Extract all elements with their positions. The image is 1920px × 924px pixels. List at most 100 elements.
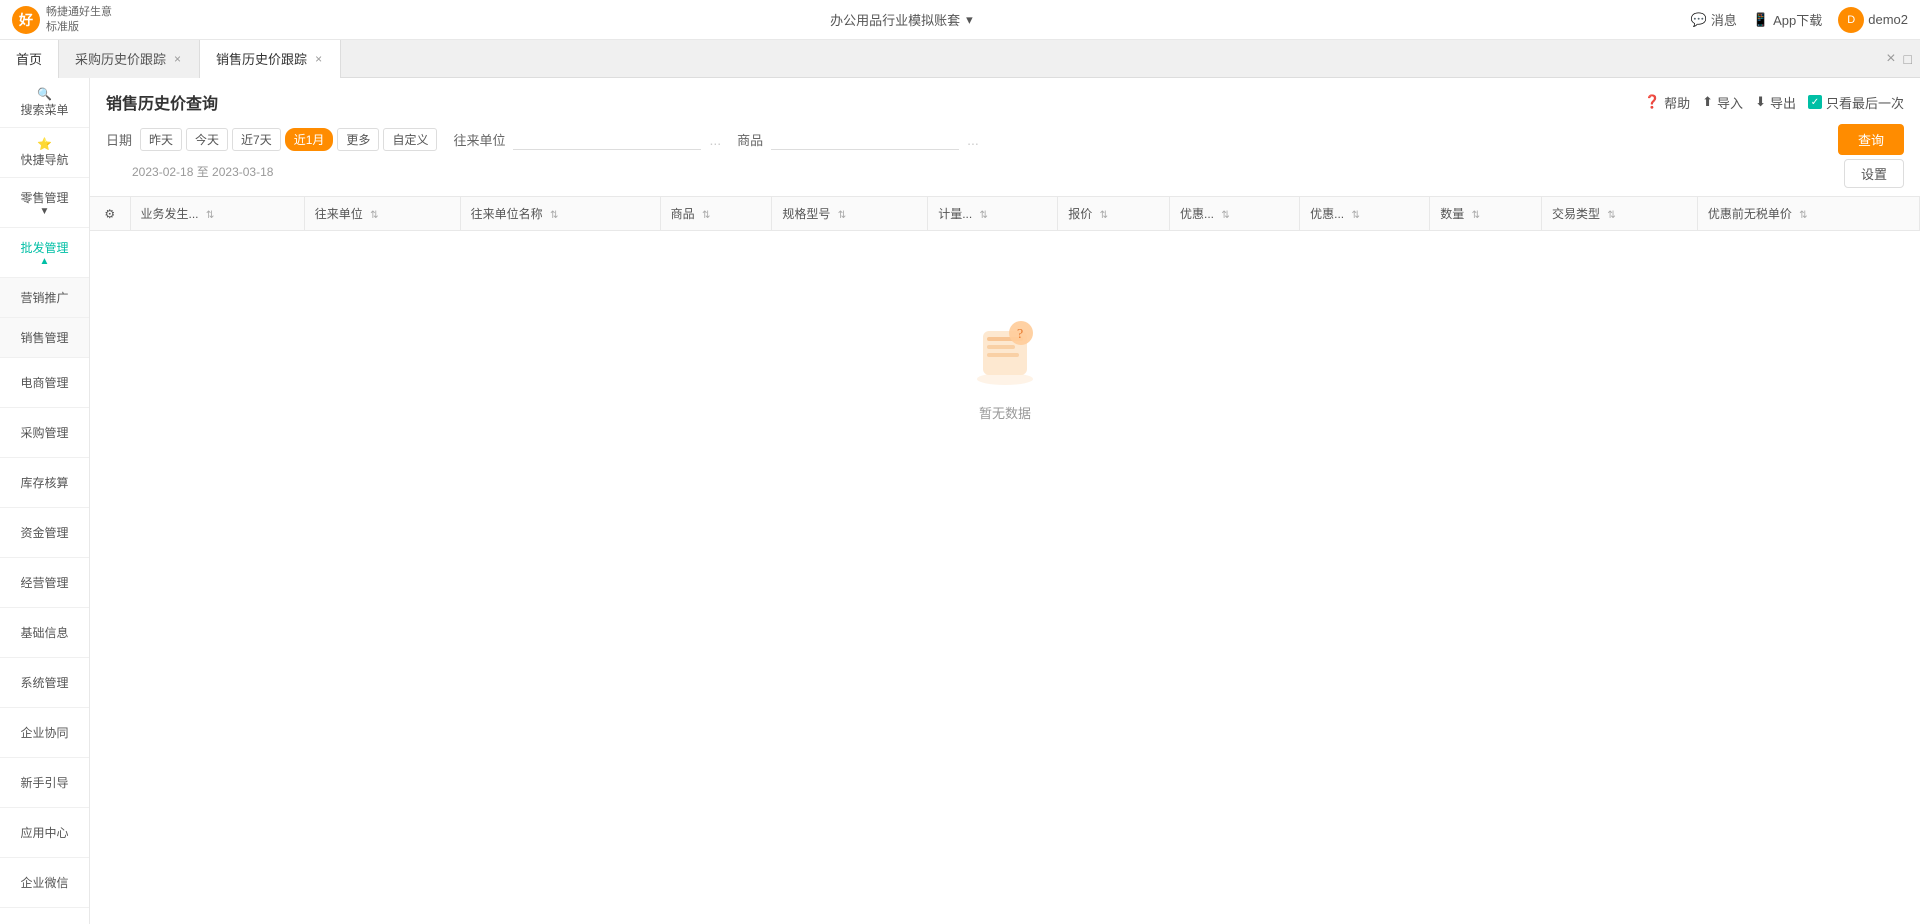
date-today[interactable]: 今天	[186, 128, 228, 151]
import-icon: ⬆	[1702, 94, 1713, 110]
sort-icon: ⇅	[206, 210, 214, 221]
tab-home[interactable]: 首页	[0, 40, 59, 78]
partner-input[interactable]	[513, 130, 701, 150]
sort-icon: ⇅	[1799, 210, 1807, 221]
sidebar-item-inventory[interactable]: 库存核算	[0, 458, 89, 508]
checkbox-checked-icon: ✓	[1808, 95, 1822, 109]
tab-home-label: 首页	[16, 49, 42, 68]
sidebar-item-app-center[interactable]: 应用中心	[0, 808, 89, 858]
empty-state: ? 暂无数据	[90, 231, 1920, 502]
sidebar-item-ecommerce[interactable]: 电商管理	[0, 358, 89, 408]
sidebar-item-membership[interactable]: 畅会员	[0, 908, 89, 924]
close-window-icon[interactable]: ×	[1886, 50, 1895, 68]
top-bar: 好 畅捷通好生意 标准版 办公用品行业模拟账套 ▾ 💬 消息 📱 App下载 D…	[0, 0, 1920, 40]
date-buttons: 昨天 今天 近7天 近1月 更多 自定义	[140, 128, 437, 151]
date-more[interactable]: 更多	[337, 128, 379, 151]
col-pretax-price[interactable]: 优惠前无税单价 ⇅	[1697, 197, 1919, 231]
app-download-button[interactable]: 📱 App下载	[1753, 10, 1822, 29]
col-discount1[interactable]: 优惠... ⇅	[1170, 197, 1300, 231]
sidebar-item-system[interactable]: 系统管理	[0, 658, 89, 708]
page-header: 销售历史价查询 ❓ 帮助 ⬆ 导入 ⬇ 导出 ✓	[90, 78, 1920, 197]
logo-text: 畅捷通好生意 标准版	[46, 5, 112, 34]
product-dots[interactable]: ...	[967, 132, 979, 148]
only-last-checkbox[interactable]: ✓ 只看最后一次	[1808, 93, 1904, 112]
tab-bar: 首页 采购历史价跟踪 × 销售历史价跟踪 × × □	[0, 40, 1920, 78]
col-biz-date[interactable]: 业务发生... ⇅	[130, 197, 304, 231]
top-bar-right: 💬 消息 📱 App下载 D demo2	[1691, 7, 1908, 33]
date-7days[interactable]: 近7天	[232, 128, 281, 151]
sidebar-item-guide[interactable]: 新手引导	[0, 758, 89, 808]
sidebar-item-wholesale[interactable]: 批发管理 ▲	[0, 228, 89, 278]
col-partner-code[interactable]: 往来单位 ⇅	[304, 197, 460, 231]
main-layout: 🔍 搜索菜单 ⭐ 快捷导航 零售管理 ▼ 批发管理 ▲ 营销推广 销售管理 电商…	[0, 78, 1920, 924]
settings-icon: ⚙	[104, 207, 115, 221]
tab-sales-history-close[interactable]: ×	[313, 50, 324, 68]
date-range-display: 2023-02-18 至 2023-03-18	[132, 163, 1822, 180]
col-settings[interactable]: ⚙	[90, 197, 130, 231]
sidebar-item-search[interactable]: 🔍 搜索菜单	[0, 78, 89, 128]
tab-purchase-history-label: 采购历史价跟踪	[75, 49, 166, 68]
product-input[interactable]	[771, 130, 959, 150]
sort-icon: ⇅	[1221, 210, 1229, 221]
search-icon: 🔍	[37, 87, 52, 101]
tab-purchase-history[interactable]: 采购历史价跟踪 ×	[59, 40, 200, 78]
message-button[interactable]: 💬 消息	[1691, 10, 1737, 29]
sort-icon: ⇅	[838, 210, 846, 221]
date-yesterday[interactable]: 昨天	[140, 128, 182, 151]
sort-icon: ⇅	[980, 210, 988, 221]
sidebar-item-shortcut[interactable]: ⭐ 快捷导航	[0, 128, 89, 178]
help-button[interactable]: ❓ 帮助	[1644, 93, 1690, 112]
col-product[interactable]: 商品 ⇅	[660, 197, 772, 231]
col-partner-name[interactable]: 往来单位名称 ⇅	[460, 197, 660, 231]
partner-dots[interactable]: ...	[709, 132, 721, 148]
sidebar-item-retail[interactable]: 零售管理 ▼	[0, 178, 89, 228]
content-area: 销售历史价查询 ❓ 帮助 ⬆ 导入 ⬇ 导出 ✓	[90, 78, 1920, 924]
sidebar-item-enterprise[interactable]: 企业协同	[0, 708, 89, 758]
empty-icon: ?	[965, 311, 1045, 391]
col-unit[interactable]: 计量... ⇅	[928, 197, 1058, 231]
partner-filter-group: 往来单位 ...	[453, 130, 721, 150]
chevron-down-icon: ▾	[966, 12, 973, 28]
product-filter-group: 商品 ...	[737, 130, 979, 150]
sidebar-item-wechat[interactable]: 企业微信	[0, 858, 89, 908]
sidebar-item-basic-info[interactable]: 基础信息	[0, 608, 89, 658]
export-icon: ⬇	[1755, 94, 1766, 110]
import-button[interactable]: ⬆ 导入	[1702, 93, 1743, 112]
maximize-window-icon[interactable]: □	[1904, 51, 1912, 67]
sort-icon: ⇅	[1100, 210, 1108, 221]
col-discount2[interactable]: 优惠... ⇅	[1300, 197, 1430, 231]
sidebar-item-operations[interactable]: 经营管理	[0, 558, 89, 608]
chevron-down-icon: ▼	[40, 206, 50, 217]
tab-bar-actions: × □	[1886, 50, 1920, 68]
export-button[interactable]: ⬇ 导出	[1755, 93, 1796, 112]
sort-icon: ⇅	[370, 210, 378, 221]
table-header-row: ⚙ 业务发生... ⇅ 往来单位 ⇅ 往来单位名称 ⇅	[90, 197, 1920, 231]
tab-purchase-history-close[interactable]: ×	[172, 50, 183, 68]
date-1month[interactable]: 近1月	[285, 128, 334, 151]
message-icon: 💬	[1691, 12, 1707, 28]
col-price[interactable]: 报价 ⇅	[1058, 197, 1170, 231]
col-quantity[interactable]: 数量 ⇅	[1430, 197, 1542, 231]
sort-icon: ⇅	[550, 210, 558, 221]
date-custom[interactable]: 自定义	[383, 128, 437, 151]
app-selector[interactable]: 办公用品行业模拟账套 ▾	[830, 10, 973, 29]
empty-text: 暂无数据	[979, 403, 1031, 422]
chevron-up-icon: ▲	[40, 256, 50, 267]
sidebar-item-purchase[interactable]: 采购管理	[0, 408, 89, 458]
table-container: ⚙ 业务发生... ⇅ 往来单位 ⇅ 往来单位名称 ⇅	[90, 197, 1920, 924]
col-spec[interactable]: 规格型号 ⇅	[772, 197, 928, 231]
avatar: D	[1838, 7, 1864, 33]
query-button[interactable]: 查询	[1838, 124, 1904, 155]
col-trade-type[interactable]: 交易类型 ⇅	[1541, 197, 1697, 231]
sidebar-item-marketing[interactable]: 营销推广	[0, 278, 89, 318]
sidebar-item-sales-mgmt[interactable]: 销售管理	[0, 318, 89, 358]
filter-right-buttons: 查询 设置	[1838, 124, 1904, 188]
user-menu[interactable]: D demo2	[1838, 7, 1908, 33]
data-table: ⚙ 业务发生... ⇅ 往来单位 ⇅ 往来单位名称 ⇅	[90, 197, 1920, 231]
sidebar: 🔍 搜索菜单 ⭐ 快捷导航 零售管理 ▼ 批发管理 ▲ 营销推广 销售管理 电商…	[0, 78, 90, 924]
tab-sales-history[interactable]: 销售历史价跟踪 ×	[200, 40, 341, 78]
settings-button[interactable]: 设置	[1844, 159, 1904, 188]
sidebar-item-finance[interactable]: 资金管理	[0, 508, 89, 558]
sort-icon: ⇅	[1351, 210, 1359, 221]
page-actions: ❓ 帮助 ⬆ 导入 ⬇ 导出 ✓ 只看最后一次	[1644, 93, 1904, 112]
